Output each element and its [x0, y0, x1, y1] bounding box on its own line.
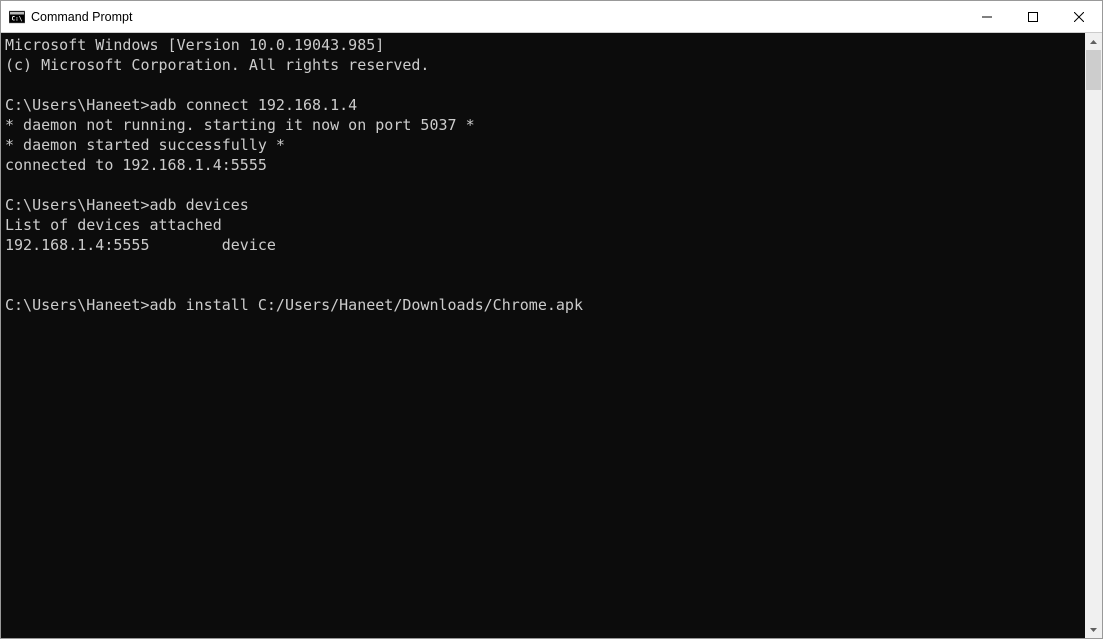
chevron-up-icon — [1090, 40, 1097, 44]
close-button[interactable] — [1056, 1, 1102, 32]
terminal-line — [5, 75, 1081, 95]
scroll-thumb[interactable] — [1086, 50, 1101, 90]
maximize-button[interactable] — [1010, 1, 1056, 32]
terminal-line — [5, 255, 1081, 275]
minimize-icon — [982, 12, 992, 22]
terminal-line — [5, 275, 1081, 295]
close-icon — [1074, 12, 1084, 22]
window-controls — [964, 1, 1102, 32]
maximize-icon — [1028, 12, 1038, 22]
terminal-line: * daemon started successfully * — [5, 135, 1081, 155]
cmd-app-icon: C:\ — [9, 9, 25, 25]
window-titlebar: C:\ Command Prompt — [1, 1, 1102, 33]
terminal-line: (c) Microsoft Corporation. All rights re… — [5, 55, 1081, 75]
terminal-line: connected to 192.168.1.4:5555 — [5, 155, 1081, 175]
svg-text:C:\: C:\ — [12, 15, 23, 22]
terminal-line: C:\Users\Haneet>adb devices — [5, 195, 1081, 215]
minimize-button[interactable] — [964, 1, 1010, 32]
terminal-line — [5, 175, 1081, 195]
vertical-scrollbar[interactable] — [1085, 33, 1102, 638]
terminal-line: C:\Users\Haneet>adb install C:/Users/Han… — [5, 295, 1081, 315]
chevron-down-icon — [1090, 628, 1097, 632]
scroll-down-arrow[interactable] — [1085, 621, 1102, 638]
window-title: Command Prompt — [31, 10, 964, 24]
terminal-output[interactable]: Microsoft Windows [Version 10.0.19043.98… — [1, 33, 1085, 638]
terminal-line: List of devices attached — [5, 215, 1081, 235]
content-wrapper: Microsoft Windows [Version 10.0.19043.98… — [1, 33, 1102, 638]
terminal-line: C:\Users\Haneet>adb connect 192.168.1.4 — [5, 95, 1081, 115]
scroll-up-arrow[interactable] — [1085, 33, 1102, 50]
terminal-line: 192.168.1.4:5555 device — [5, 235, 1081, 255]
terminal-line: Microsoft Windows [Version 10.0.19043.98… — [5, 35, 1081, 55]
terminal-line: * daemon not running. starting it now on… — [5, 115, 1081, 135]
